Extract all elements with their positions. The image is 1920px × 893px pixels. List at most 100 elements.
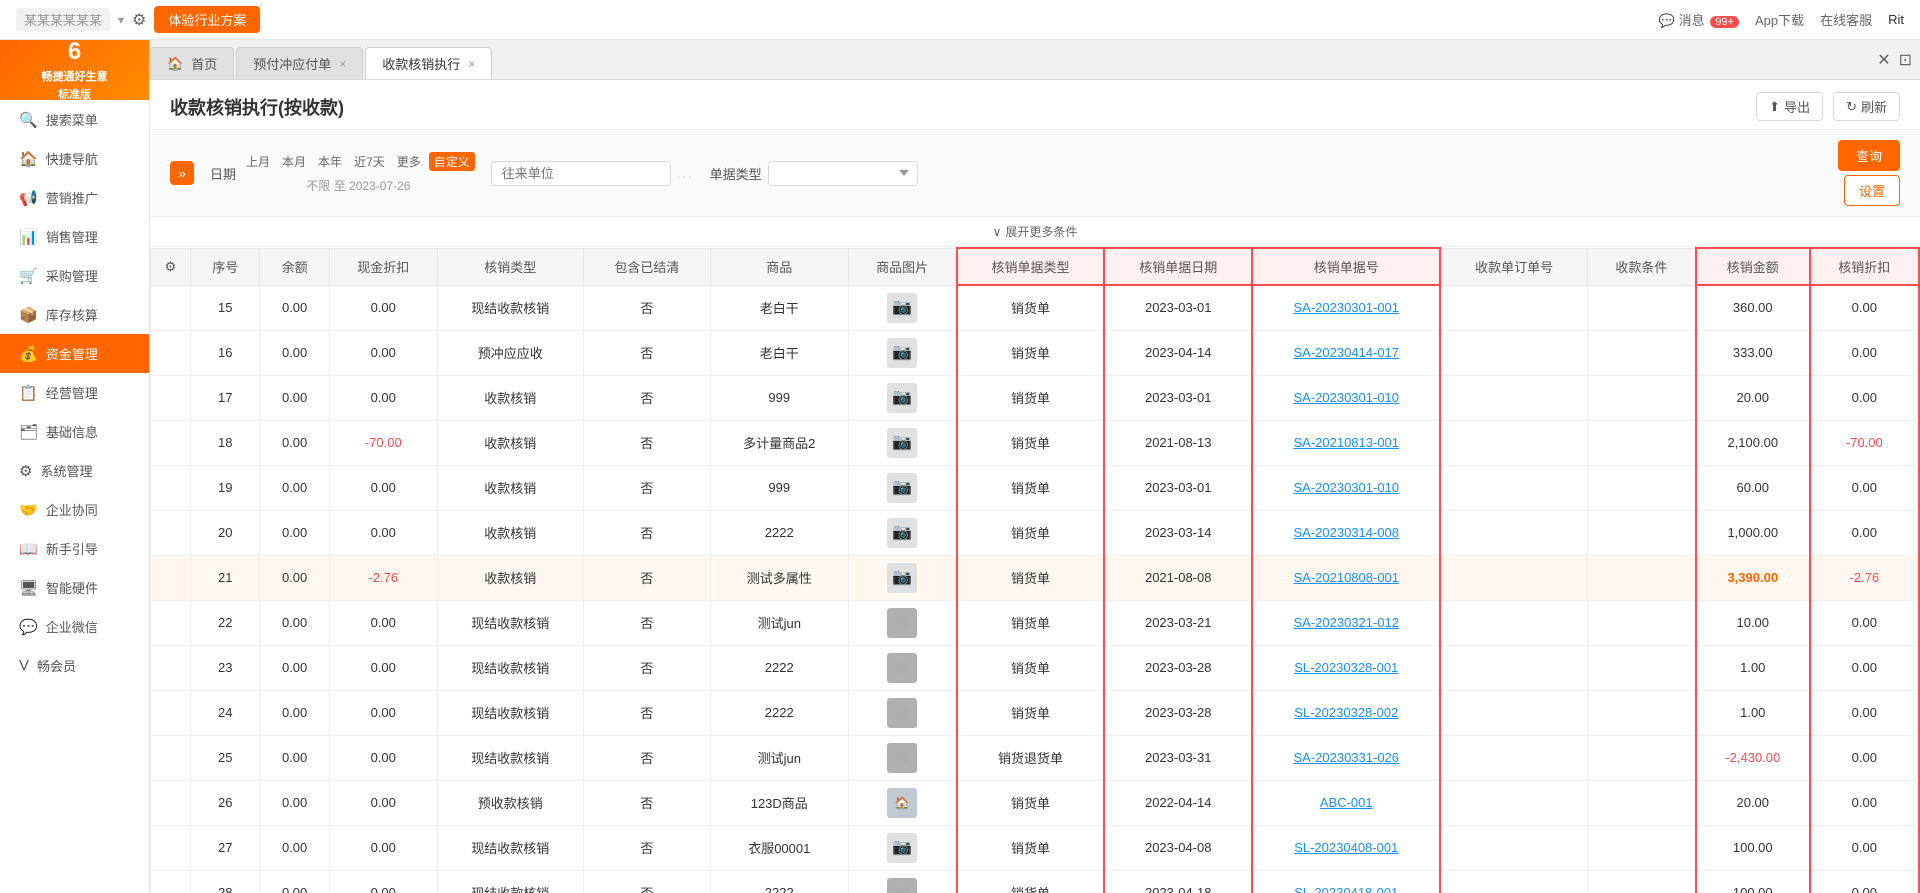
cell-cancel-type: 收款核销 [437, 510, 583, 555]
tab-collect[interactable]: 收款核销执行 × [365, 47, 492, 79]
sidebar-item-search[interactable]: 🔍 搜索菜单 [0, 100, 149, 139]
dropdown-arrow-icon[interactable]: ▾ [118, 13, 124, 27]
table-row: 23 0.00 0.00 现结收款核销 否 2222 🖼 销货单 2023-03… [151, 645, 1920, 690]
app-download-link[interactable]: App下载 [1755, 10, 1804, 29]
cell-bill-no[interactable]: SA-20230301-010 [1252, 465, 1440, 510]
cell-product: 多计量商品2 [710, 420, 848, 465]
cell-bill-no[interactable]: SA-20230414-017 [1252, 330, 1440, 375]
cell-collect-condition [1587, 510, 1696, 555]
date-7days[interactable]: 近7天 [350, 152, 389, 171]
sidebar-item-wechat[interactable]: 💬 企业微信 [0, 607, 149, 646]
cell-bill-no[interactable]: SL-20230408-001 [1252, 825, 1440, 870]
cell-bill-no[interactable]: SA-20230301-010 [1252, 375, 1440, 420]
date-more[interactable]: 更多 [393, 152, 425, 171]
sidebar-item-guide[interactable]: 📖 新手引导 [0, 529, 149, 568]
cell-bill-no[interactable]: SA-20230321-012 [1252, 600, 1440, 645]
finance-icon: 💰 [19, 345, 38, 363]
cell-balance: 0.00 [260, 285, 329, 330]
cell-bill-date: 2023-03-14 [1104, 510, 1252, 555]
sidebar-item-purchase[interactable]: 🛒 采购管理 [0, 256, 149, 295]
filter-settings-button[interactable]: 设置 [1844, 175, 1900, 206]
cell-bill-no[interactable]: SL-20230328-001 [1252, 645, 1440, 690]
col-header-gear[interactable]: ⚙ [151, 248, 191, 285]
cell-bill-type: 销货单 [957, 780, 1105, 825]
col-header-include-settled: 包含已结清 [583, 248, 710, 285]
message-area[interactable]: 💬 消息 99+ [1659, 10, 1739, 29]
purchase-icon: 🛒 [19, 267, 38, 285]
sidebar-item-basic-info[interactable]: 🗂 基础信息 [0, 412, 149, 451]
query-button[interactable]: 查询 [1838, 140, 1900, 171]
sidebar-item-enterprise[interactable]: 🤝 企业协同 [0, 490, 149, 529]
cell-bill-no[interactable]: SL-20230328-002 [1252, 690, 1440, 735]
cell-bill-no[interactable]: SL-20230418-001 [1252, 870, 1440, 893]
col-header-cancel-type: 核销类型 [437, 248, 583, 285]
expand-more-button[interactable]: ∨ 展开更多条件 [993, 223, 1078, 240]
cell-bill-no[interactable]: SA-20230331-026 [1252, 735, 1440, 780]
tab-close-button[interactable]: ✕ [1877, 50, 1890, 70]
voucher-type-select[interactable] [768, 161, 918, 186]
date-this-month[interactable]: 本月 [278, 152, 310, 171]
cell-include-settled: 否 [583, 510, 710, 555]
sidebar-item-sales[interactable]: 📊 销售管理 [0, 217, 149, 256]
cell-gear [151, 870, 191, 893]
cell-bill-date: 2023-04-08 [1104, 825, 1252, 870]
cell-cancel-amount: 360.00 [1696, 285, 1810, 330]
cell-cancel-amount: 3,390.00 [1696, 555, 1810, 600]
date-last-month[interactable]: 上月 [242, 152, 274, 171]
cell-collect-condition [1587, 690, 1696, 735]
cell-bill-no[interactable]: SA-20210813-001 [1252, 420, 1440, 465]
cell-collect-condition [1587, 870, 1696, 893]
trial-button[interactable]: 体验行业方案 [154, 6, 260, 33]
sidebar-item-operations[interactable]: 📋 经营管理 [0, 373, 149, 412]
cell-cancel-amount: 10.00 [1696, 600, 1810, 645]
settings-icon[interactable]: ⚙ [132, 10, 146, 30]
cell-cancel-type: 现结收款核销 [437, 825, 583, 870]
date-label: 日期 [210, 164, 236, 183]
tab-home[interactable]: 🏠 首页 [150, 47, 234, 79]
sidebar-item-member[interactable]: V 畅会员 [0, 646, 149, 685]
sidebar-label-marketing: 营销推广 [46, 188, 98, 207]
cell-bill-no[interactable]: ABC-001 [1252, 780, 1440, 825]
tab-maximize-button[interactable]: ⊡ [1899, 50, 1912, 70]
chevron-down-icon: ∨ [993, 225, 1002, 239]
tab-collect-close-icon[interactable]: × [468, 57, 475, 71]
sales-icon: 📊 [19, 228, 38, 246]
cell-cancel-type: 现结收款核销 [437, 645, 583, 690]
sidebar-item-quick-nav[interactable]: 🏠 快捷导航 [0, 139, 149, 178]
cell-bill-type: 销货单 [957, 870, 1105, 893]
cell-gear [151, 330, 191, 375]
main-layout: 6 畅捷通好生意 标准版 🔍 搜索菜单 🏠 快捷导航 📢 营销推广 📊 销售管理… [0, 40, 1920, 893]
cell-bill-no[interactable]: SA-20230301-001 [1252, 285, 1440, 330]
sidebar-item-inventory[interactable]: 📦 库存核算 [0, 295, 149, 334]
cell-seq: 28 [191, 870, 260, 893]
sidebar-item-system[interactable]: ⚙ 系统管理 [0, 451, 149, 490]
cell-balance: 0.00 [260, 600, 329, 645]
cell-cancel-type: 收款核销 [437, 420, 583, 465]
cell-include-settled: 否 [583, 780, 710, 825]
cell-gear [151, 735, 191, 780]
expand-button[interactable]: » [170, 161, 194, 185]
message-icon: 💬 [1659, 13, 1675, 28]
sidebar-item-finance[interactable]: 💰 资金管理 [0, 334, 149, 373]
cell-bill-no[interactable]: SA-20230314-008 [1252, 510, 1440, 555]
cell-cash-discount: 0.00 [329, 690, 437, 735]
export-button[interactable]: ⬆ 导出 [1756, 92, 1823, 121]
tab-prepay[interactable]: 预付冲应付单 × [236, 47, 363, 79]
cell-cancel-type: 收款核销 [437, 465, 583, 510]
cell-collect-order-no [1440, 420, 1587, 465]
logo-title: 畅捷通好生意 [42, 68, 108, 84]
sidebar-item-hardware[interactable]: 🖥 智能硬件 [0, 568, 149, 607]
date-this-year[interactable]: 本年 [314, 152, 346, 171]
sidebar-item-marketing[interactable]: 📢 营销推广 [0, 178, 149, 217]
tab-prepay-close-icon[interactable]: × [339, 57, 346, 71]
cell-bill-date: 2023-03-21 [1104, 600, 1252, 645]
refresh-button[interactable]: ↻ 刷新 [1833, 92, 1900, 121]
date-options: 上月 本月 本年 近7天 更多 自定义 不限 至 2023-07-26 [242, 152, 475, 194]
online-service-link[interactable]: 在线客服 [1820, 10, 1872, 29]
cell-bill-date: 2023-03-01 [1104, 375, 1252, 420]
partner-input[interactable] [491, 161, 671, 186]
date-custom[interactable]: 自定义 [429, 152, 475, 171]
enterprise-icon: 🤝 [19, 501, 38, 519]
cell-balance: 0.00 [260, 870, 329, 893]
cell-bill-no[interactable]: SA-20210808-001 [1252, 555, 1440, 600]
